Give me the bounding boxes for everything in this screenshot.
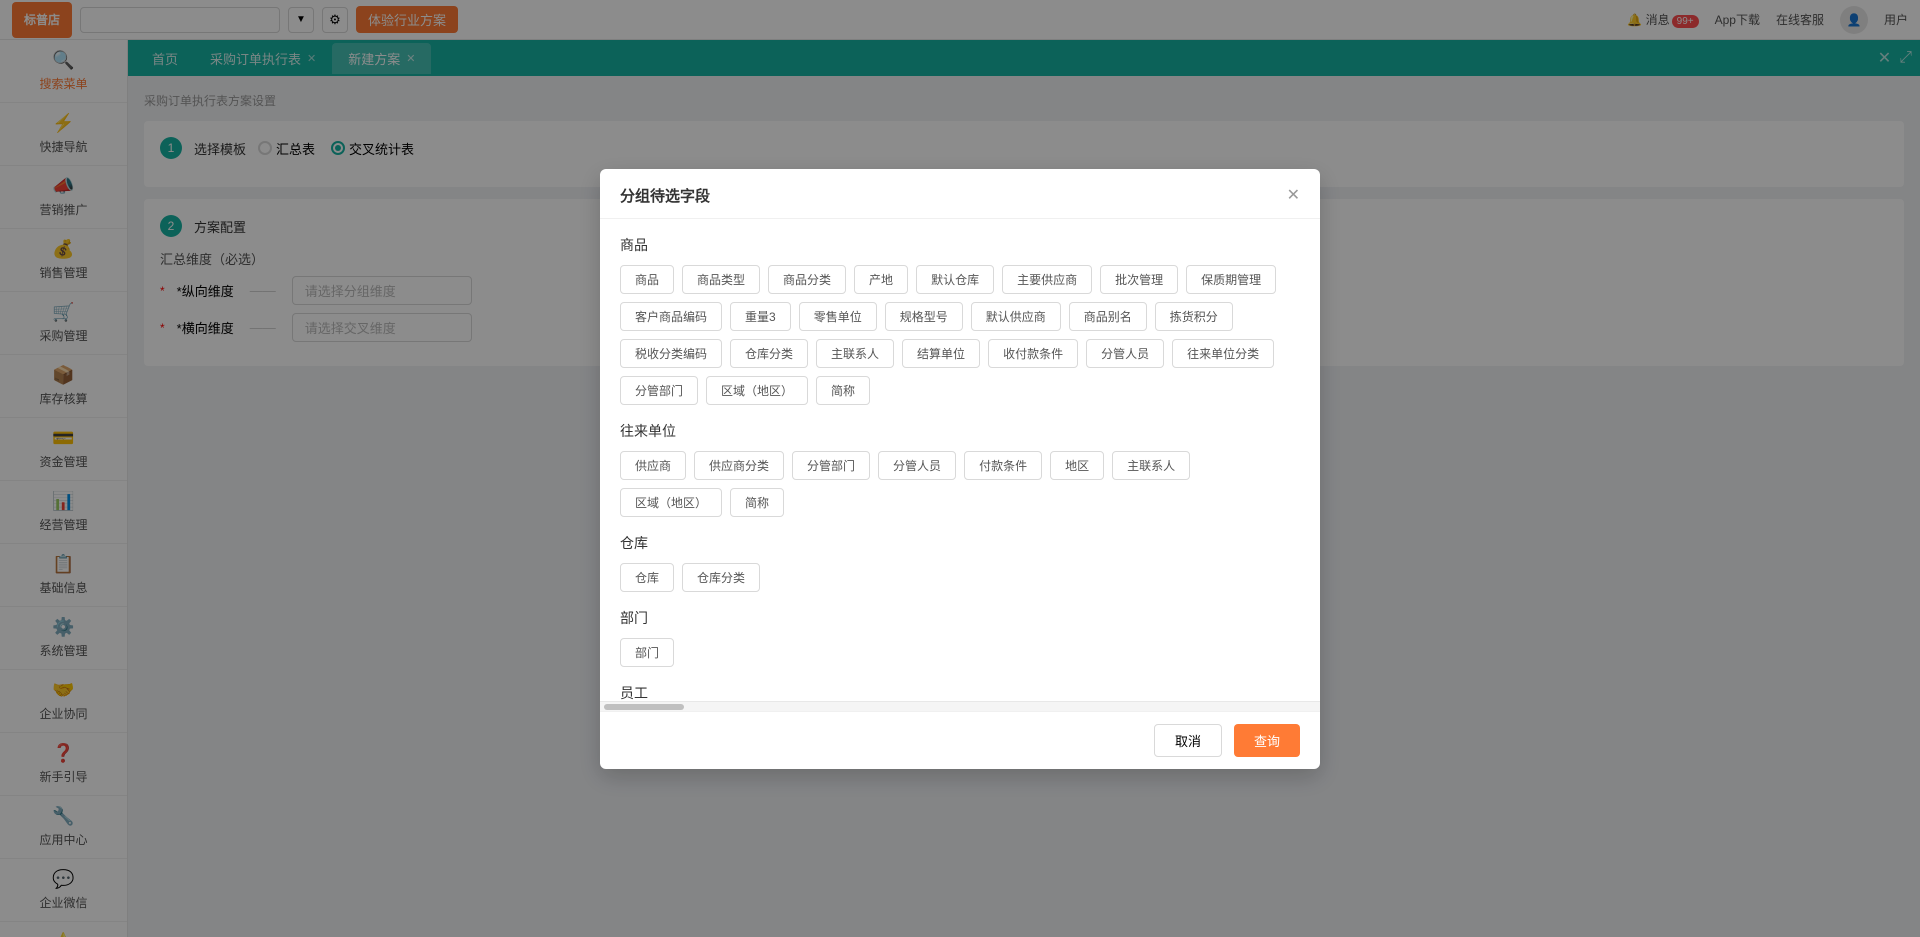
field-tag-goods-13[interactable]: 商品别名 [1069, 302, 1147, 331]
field-tag-goods-21[interactable]: 往来单位分类 [1172, 339, 1274, 368]
field-tag-partner-2[interactable]: 分管部门 [792, 451, 870, 480]
field-group-warehouse: 仓库 仓库 仓库分类 [620, 533, 1300, 592]
field-group-staff: 员工 业务员 [620, 683, 1300, 701]
field-tag-warehouse-1[interactable]: 仓库分类 [682, 563, 760, 592]
modal-header: 分组待选字段 ✕ [600, 169, 1320, 219]
field-tag-partner-0[interactable]: 供应商 [620, 451, 686, 480]
modal-close-btn[interactable]: ✕ [1287, 185, 1300, 205]
field-tag-partner-8[interactable]: 简称 [730, 488, 784, 517]
group-title-warehouse: 仓库 [620, 533, 1300, 553]
field-tag-partner-6[interactable]: 主联系人 [1112, 451, 1190, 480]
field-tag-goods-23[interactable]: 区域（地区） [706, 376, 808, 405]
field-tags-goods: 商品 商品类型 商品分类 产地 默认仓库 主要供应商 批次管理 保质期管理 客户… [620, 265, 1300, 405]
field-tag-goods-12[interactable]: 默认供应商 [971, 302, 1061, 331]
field-tag-goods-2[interactable]: 商品分类 [768, 265, 846, 294]
field-tag-partner-1[interactable]: 供应商分类 [694, 451, 784, 480]
field-tag-goods-17[interactable]: 主联系人 [816, 339, 894, 368]
field-tag-goods-20[interactable]: 分管人员 [1086, 339, 1164, 368]
field-tag-goods-7[interactable]: 保质期管理 [1186, 265, 1276, 294]
field-tag-goods-4[interactable]: 默认仓库 [916, 265, 994, 294]
field-tags-dept: 部门 [620, 638, 1300, 667]
field-group-dept: 部门 部门 [620, 608, 1300, 667]
group-title-partners: 往来单位 [620, 421, 1300, 441]
modal-title: 分组待选字段 [620, 185, 710, 206]
field-select-modal: 分组待选字段 ✕ 商品 商品 商品类型 商品分类 产地 默认仓库 主要供应商 批… [600, 169, 1320, 769]
field-tag-goods-18[interactable]: 结算单位 [902, 339, 980, 368]
field-group-partners: 往来单位 供应商 供应商分类 分管部门 分管人员 付款条件 地区 主联系人 区域… [620, 421, 1300, 517]
field-tag-goods-14[interactable]: 拣货积分 [1155, 302, 1233, 331]
field-tag-goods-6[interactable]: 批次管理 [1100, 265, 1178, 294]
field-group-goods: 商品 商品 商品类型 商品分类 产地 默认仓库 主要供应商 批次管理 保质期管理… [620, 235, 1300, 405]
field-tags-warehouse: 仓库 仓库分类 [620, 563, 1300, 592]
modal-hscroll-thumb[interactable] [604, 704, 684, 710]
field-tag-goods-11[interactable]: 规格型号 [885, 302, 963, 331]
confirm-button[interactable]: 查询 [1234, 724, 1300, 757]
field-tag-goods-19[interactable]: 收付款条件 [988, 339, 1078, 368]
field-tag-partner-7[interactable]: 区域（地区） [620, 488, 722, 517]
field-tag-goods-15[interactable]: 税收分类编码 [620, 339, 722, 368]
group-title-staff: 员工 [620, 683, 1300, 701]
field-tag-goods-9[interactable]: 重量3 [730, 302, 791, 331]
field-tag-goods-16[interactable]: 仓库分类 [730, 339, 808, 368]
modal-overlay: 分组待选字段 ✕ 商品 商品 商品类型 商品分类 产地 默认仓库 主要供应商 批… [0, 0, 1920, 937]
field-tag-goods-5[interactable]: 主要供应商 [1002, 265, 1092, 294]
field-tag-goods-3[interactable]: 产地 [854, 265, 908, 294]
field-tag-partner-3[interactable]: 分管人员 [878, 451, 956, 480]
modal-hscrollbar[interactable] [600, 701, 1320, 711]
field-tag-goods-0[interactable]: 商品 [620, 265, 674, 294]
modal-footer: 取消 查询 [600, 711, 1320, 769]
field-tag-partner-4[interactable]: 付款条件 [964, 451, 1042, 480]
field-tags-partners: 供应商 供应商分类 分管部门 分管人员 付款条件 地区 主联系人 区域（地区） … [620, 451, 1300, 517]
group-title-dept: 部门 [620, 608, 1300, 628]
cancel-button[interactable]: 取消 [1154, 724, 1222, 757]
field-tag-goods-1[interactable]: 商品类型 [682, 265, 760, 294]
group-title-goods: 商品 [620, 235, 1300, 255]
field-tag-partner-5[interactable]: 地区 [1050, 451, 1104, 480]
field-tag-goods-8[interactable]: 客户商品编码 [620, 302, 722, 331]
field-tag-goods-22[interactable]: 分管部门 [620, 376, 698, 405]
field-tag-warehouse-0[interactable]: 仓库 [620, 563, 674, 592]
modal-body: 商品 商品 商品类型 商品分类 产地 默认仓库 主要供应商 批次管理 保质期管理… [600, 219, 1320, 701]
field-tag-dept-0[interactable]: 部门 [620, 638, 674, 667]
field-tag-goods-24[interactable]: 简称 [816, 376, 870, 405]
field-tag-goods-10[interactable]: 零售单位 [799, 302, 877, 331]
